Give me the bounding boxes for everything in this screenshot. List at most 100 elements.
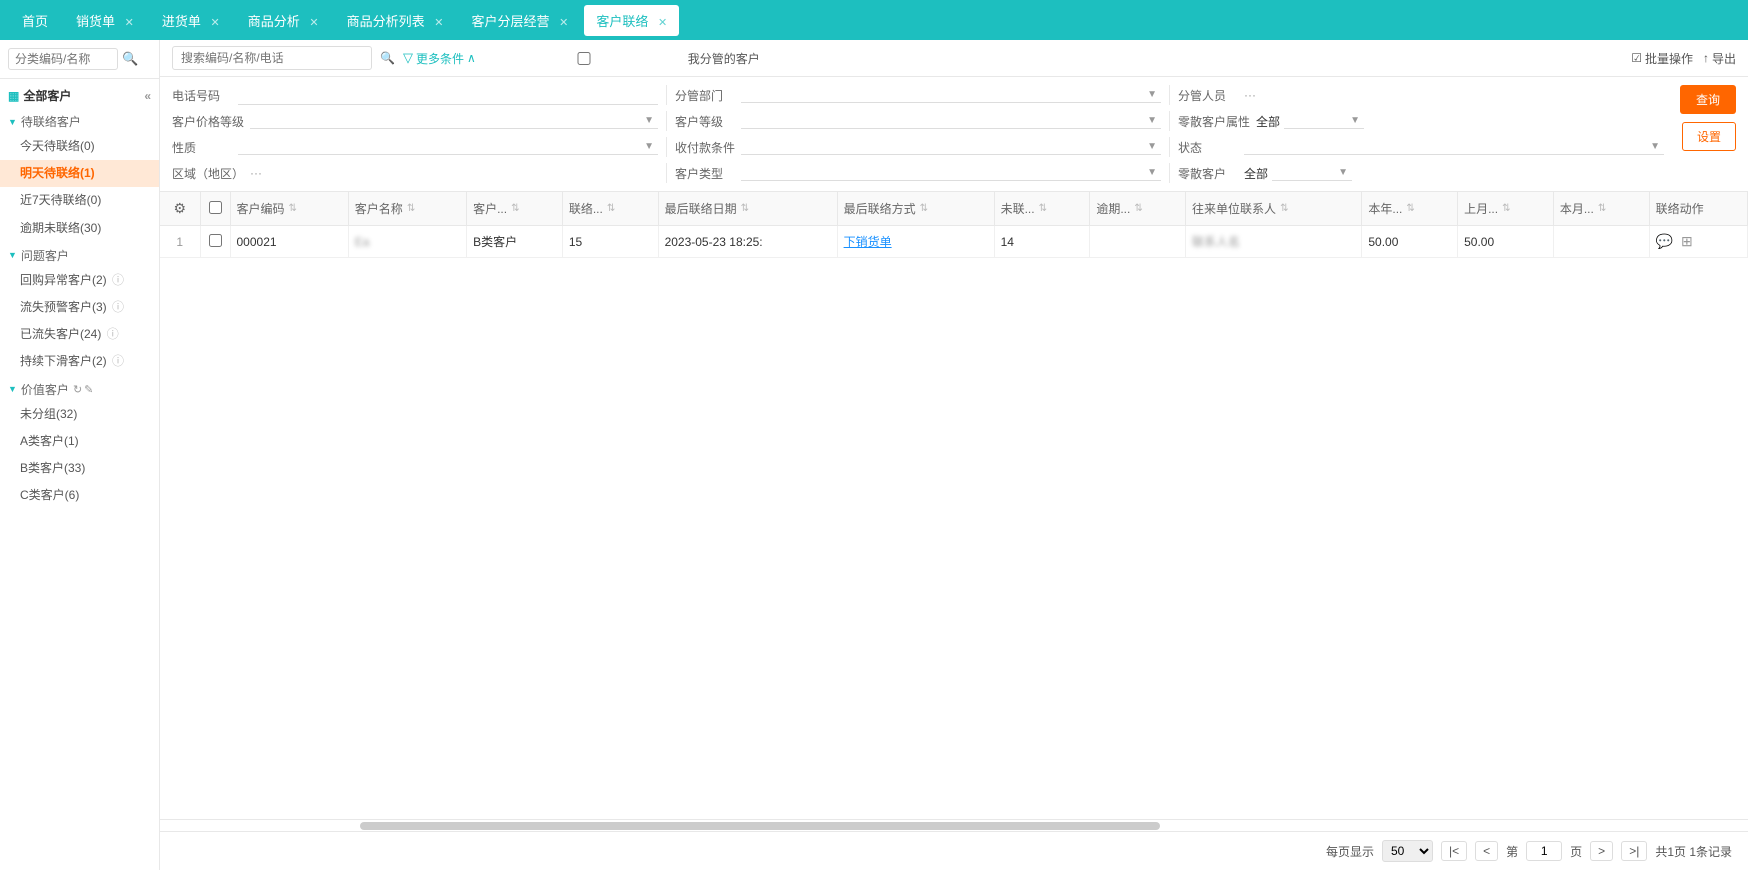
close-product-list-icon[interactable]: ✕ xyxy=(434,17,443,29)
filter-manager-dots[interactable]: ··· xyxy=(1244,88,1256,102)
th-customer-type: 客户...⇅ xyxy=(467,192,563,226)
filter-retail-customer-select[interactable]: ▼ xyxy=(1272,165,1352,181)
th-this-month: 本月...⇅ xyxy=(1553,192,1649,226)
sort-code-icon[interactable]: ⇅ xyxy=(289,203,297,214)
filter-row-4: 区域（地区） ··· 客户类型 ▼ 零散客户 xyxy=(172,163,1664,183)
sidebar-search-input[interactable] xyxy=(8,48,118,70)
th-last-method: 最后联络方式⇅ xyxy=(837,192,994,226)
filter-dept-label: 分管部门 xyxy=(675,87,735,104)
filter-row-3: 性质 ▼ 收付款条件 ▼ xyxy=(172,137,1664,157)
sidebar-item-today[interactable]: 今天待联络(0) xyxy=(0,133,159,160)
sort-date-icon[interactable]: ⇅ xyxy=(741,203,749,214)
edit-icon[interactable]: ✎ xyxy=(84,383,93,396)
nav-item-sales[interactable]: 销货单 ✕ xyxy=(64,5,146,36)
filter-price-level-select[interactable]: ▼ xyxy=(250,113,658,129)
td-code: 000021 xyxy=(230,226,348,258)
filter-payment-select[interactable]: ▼ xyxy=(741,139,1161,155)
sort-name-icon[interactable]: ⇅ xyxy=(407,203,415,214)
filter-retail-attr-select[interactable]: ▼ xyxy=(1284,113,1364,129)
nav-item-customer-contact[interactable]: 客户联络 ✕ xyxy=(584,5,679,36)
customer-table: ⚙ 客户编码⇅ 客户名称⇅ 客户...⇅ 联络...⇅ 最后联络日期⇅ 最后联络… xyxy=(160,192,1748,258)
caret-payment-icon: ▼ xyxy=(1147,141,1157,152)
row-checkbox[interactable] xyxy=(209,234,222,247)
caret-nature-icon: ▼ xyxy=(644,141,654,152)
contact-action-icon[interactable]: 💬 xyxy=(1656,233,1673,250)
page-num-input[interactable] xyxy=(1526,841,1562,861)
more-action-icon[interactable]: ⊞ xyxy=(1681,233,1693,250)
query-button[interactable]: 查询 xyxy=(1680,85,1736,114)
sidebar-group-pending[interactable]: 待联络客户 xyxy=(0,108,159,133)
nav-item-product-list[interactable]: 商品分析列表 ✕ xyxy=(335,5,456,36)
last-page-btn[interactable]: >| xyxy=(1621,841,1647,861)
sidebar-search-icon[interactable]: 🔍 xyxy=(122,51,138,67)
sort-thismonth-icon[interactable]: ⇅ xyxy=(1598,203,1606,214)
filter-customer-level-select[interactable]: ▼ xyxy=(741,113,1161,129)
sort-type-icon[interactable]: ⇅ xyxy=(511,203,519,214)
sidebar-item-class-b[interactable]: B类客户(33) xyxy=(0,455,159,482)
info-icon-1: ⓘ xyxy=(112,300,124,314)
my-customers-checkbox[interactable] xyxy=(484,52,684,65)
close-customer-contact-icon[interactable]: ✕ xyxy=(658,17,667,29)
sidebar-item-7days[interactable]: 近7天待联络(0) xyxy=(0,187,159,214)
gear-icon[interactable]: ⚙ xyxy=(173,200,186,216)
nav-item-product-analysis[interactable]: 商品分析 ✕ xyxy=(236,5,331,36)
sidebar-item-class-a[interactable]: A类客户(1) xyxy=(0,428,159,455)
sidebar-item-churn-warning[interactable]: 流失预警客户(3) ⓘ xyxy=(0,294,159,321)
sidebar-item-class-c[interactable]: C类客户(6) xyxy=(0,482,159,509)
close-purchase-icon[interactable]: ✕ xyxy=(211,17,220,29)
filter-customer-type-select[interactable]: ▼ xyxy=(741,165,1161,181)
close-product-analysis-icon[interactable]: ✕ xyxy=(309,17,318,29)
td-actions: 💬 ⊞ xyxy=(1649,226,1747,258)
collapse-icon[interactable]: « xyxy=(144,89,151,103)
sort-overdue-icon[interactable]: ⇅ xyxy=(1134,203,1142,214)
filter-region-dots[interactable]: ··· xyxy=(250,166,262,180)
divider-5 xyxy=(666,137,667,157)
sort-notcontact-icon[interactable]: ⇅ xyxy=(1039,203,1047,214)
next-page-btn[interactable]: > xyxy=(1590,841,1613,861)
filter-status-select[interactable]: ▼ xyxy=(1244,139,1664,155)
sidebar-group-value[interactable]: 价值客户 ↻ ✎ xyxy=(0,376,159,401)
sort-lastmonth-icon[interactable]: ⇅ xyxy=(1502,203,1510,214)
more-filters-btn[interactable]: ▽ 更多条件 ∧ xyxy=(403,50,476,67)
content-area: 🔍 ▽ 更多条件 ∧ 我分管的客户 ☑ 批量操作 ↑ 导出 xyxy=(160,40,1748,870)
sort-year-icon[interactable]: ⇅ xyxy=(1406,203,1414,214)
refresh-icon[interactable]: ↻ xyxy=(73,383,82,396)
close-customer-segment-icon[interactable]: ✕ xyxy=(559,17,568,29)
last-method-link[interactable]: 下销货单 xyxy=(844,235,892,249)
prev-page-btn[interactable]: < xyxy=(1475,841,1498,861)
per-page-label: 每页显示 xyxy=(1326,843,1374,860)
sort-method-icon[interactable]: ⇅ xyxy=(920,203,928,214)
sort-person-icon[interactable]: ⇅ xyxy=(1280,203,1288,214)
sidebar-group-problem[interactable]: 问题客户 xyxy=(0,242,159,267)
sort-contact-icon[interactable]: ⇅ xyxy=(607,203,615,214)
filter-phone-input[interactable] xyxy=(238,86,658,105)
nav-item-customer-segment[interactable]: 客户分层经营 ✕ xyxy=(459,5,580,36)
main-search-icon[interactable]: 🔍 xyxy=(380,51,395,65)
my-customers-checkbox-area: 我分管的客户 xyxy=(484,50,760,67)
first-page-btn[interactable]: |< xyxy=(1441,841,1467,861)
settings-button[interactable]: 设置 xyxy=(1682,122,1736,151)
filter-dept-select[interactable]: ▼ xyxy=(741,87,1161,103)
filter-nature-label: 性质 xyxy=(172,139,232,156)
nav-item-home[interactable]: 首页 xyxy=(10,5,60,36)
sidebar-item-declining[interactable]: 持续下滑客户(2) ⓘ xyxy=(0,348,159,375)
filter-manager-label: 分管人员 xyxy=(1178,87,1238,104)
sidebar-item-repurchase-anomaly[interactable]: 回购异常客户(2) ⓘ xyxy=(0,267,159,294)
sidebar-item-unclassified[interactable]: 未分组(32) xyxy=(0,401,159,428)
close-sales-icon[interactable]: ✕ xyxy=(125,17,134,29)
sidebar-item-overdue[interactable]: 逾期未联络(30) xyxy=(0,215,159,242)
nav-item-purchase[interactable]: 进货单 ✕ xyxy=(150,5,232,36)
batch-op-btn[interactable]: ☑ 批量操作 xyxy=(1631,50,1693,67)
page-size-select[interactable]: 50 100 200 xyxy=(1382,840,1433,862)
th-gear[interactable]: ⚙ xyxy=(160,192,200,226)
scrollbar-thumb[interactable] xyxy=(360,822,1160,830)
filter-nature-select[interactable]: ▼ xyxy=(238,139,658,155)
divider-1 xyxy=(666,85,667,105)
divider-3 xyxy=(666,111,667,131)
sidebar-item-churned[interactable]: 已流失客户(24) ⓘ xyxy=(0,321,159,348)
export-btn[interactable]: ↑ 导出 xyxy=(1703,50,1736,67)
select-all-checkbox[interactable] xyxy=(209,201,222,214)
info-icon-2: ⓘ xyxy=(107,327,119,341)
main-search-input[interactable] xyxy=(172,46,372,70)
sidebar-item-tomorrow[interactable]: 明天待联络(1) xyxy=(0,160,159,187)
